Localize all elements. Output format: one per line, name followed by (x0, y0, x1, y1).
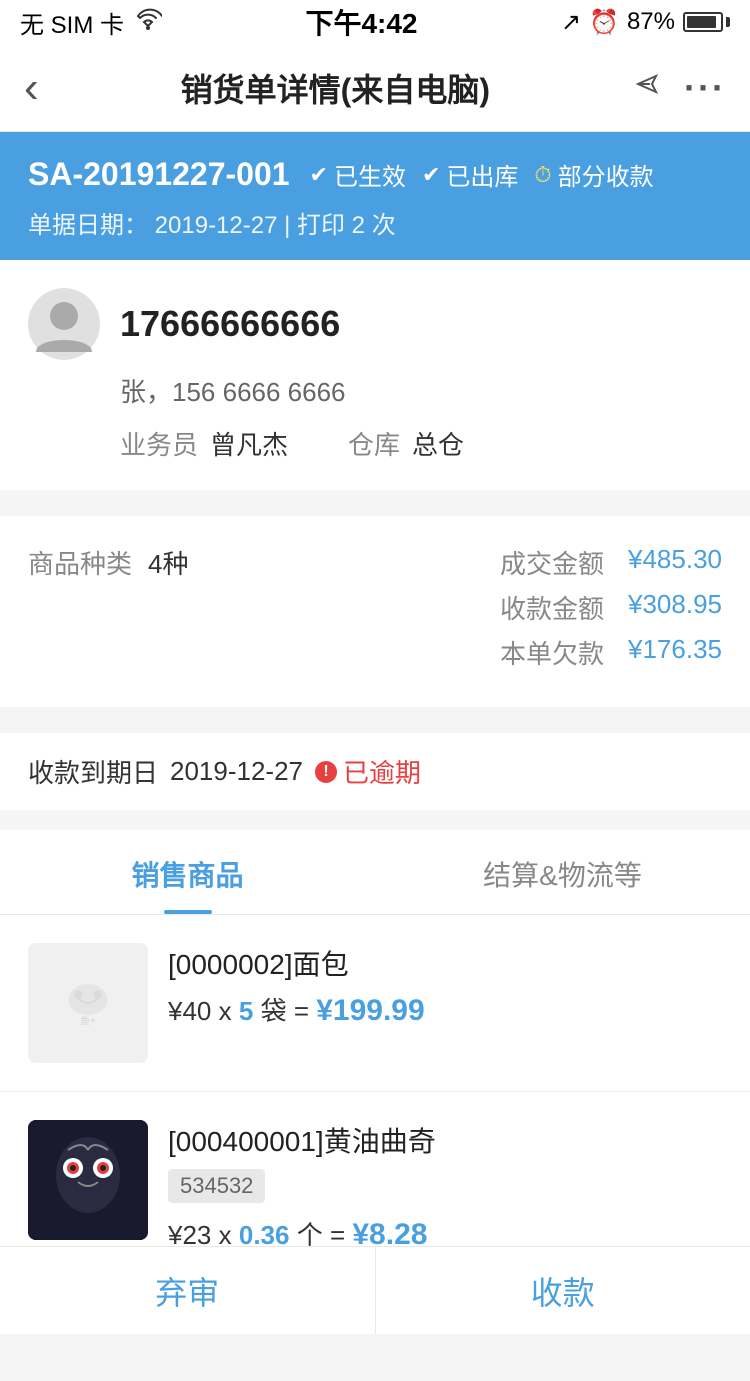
warehouse-value: 总仓 (412, 425, 464, 462)
product-info-2: [000400001]黄油曲奇 534532 ¥23 x 0.36 个 = ¥8… (168, 1120, 722, 1252)
product-price-1: ¥40 x 5 袋 = ¥199.99 (168, 991, 722, 1028)
battery-icon (683, 12, 730, 32)
product-info-1: [0000002]面包 ¥40 x 5 袋 = ¥199.99 (168, 943, 722, 1028)
back-button[interactable]: ‹ (24, 63, 39, 113)
debt-value: ¥176.35 (628, 634, 722, 671)
product-total-1: ¥199.99 (316, 994, 424, 1027)
salesperson-value: 曾凡杰 (210, 425, 288, 462)
share-button[interactable] (632, 68, 664, 108)
page-title: 销货单详情(来自电脑) (181, 65, 490, 111)
overdue-badge: ! 已逾期 (315, 753, 421, 790)
overdue-dot-icon: ! (315, 761, 337, 783)
status-bar-right: ↗ ⏰ 87% (561, 8, 730, 37)
header-badges: ✔ 已生效 ✔ 已出库 ⏱ 部分收款 (310, 157, 654, 192)
product-image-2 (28, 1120, 148, 1240)
summary-right: 成交金额 ¥485.30 收款金额 ¥308.95 本单欠款 ¥176.35 (500, 544, 722, 679)
clock-icon: ⏱ (534, 162, 551, 188)
warehouse-label: 仓库 (348, 425, 400, 462)
badge-partial-payment: ⏱ 部分收款 (534, 157, 653, 192)
debt-label: 本单欠款 (500, 634, 604, 671)
due-date-value: 2019-12-27 (170, 756, 303, 787)
nav-actions: ··· (632, 67, 726, 109)
confirm-button[interactable]: 收款 (376, 1247, 750, 1334)
product-qty-1: 5 (239, 996, 253, 1026)
product-sku-badge: 534532 (168, 1169, 265, 1203)
list-item: 鱼+ [0000002]面包 ¥40 x 5 袋 = ¥199.99 (0, 915, 750, 1092)
overdue-label: 已逾期 (343, 753, 421, 790)
bottom-action-bar: 弃审 收款 (0, 1246, 750, 1334)
nav-bar: ‹ 销货单详情(来自电脑) ··· (0, 44, 750, 132)
customer-top: 17666666666 (28, 288, 722, 360)
debt-row: 本单欠款 ¥176.35 (500, 634, 722, 671)
customer-meta: 业务员 曾凡杰 仓库 总仓 (28, 425, 722, 462)
carrier-text: 无 SIM 卡 (20, 5, 124, 40)
avatar (28, 288, 100, 360)
divider-3 (0, 820, 750, 830)
status-bar-left: 无 SIM 卡 (20, 5, 162, 40)
product-type-row: 商品种类 4种 (28, 544, 188, 581)
cancel-button[interactable]: 弃审 (0, 1247, 376, 1334)
amount-label: 成交金额 (500, 544, 604, 581)
receipt-row: 收款金额 ¥308.95 (500, 589, 722, 626)
battery-text: 87% (627, 8, 675, 36)
location-icon: ↗ (561, 8, 581, 37)
amount-row: 成交金额 ¥485.30 (500, 544, 722, 581)
summary-left: 商品种类 4种 (28, 544, 188, 679)
warehouse-field: 仓库 总仓 (348, 425, 464, 462)
tab-sales-products[interactable]: 销售商品 (0, 830, 375, 914)
order-header: SA-20191227-001 ✔ 已生效 ✔ 已出库 ⏱ 部分收款 单据日期：… (0, 132, 750, 260)
salesperson-label: 业务员 (120, 425, 198, 462)
receipt-label: 收款金额 (500, 589, 604, 626)
wifi-icon (134, 8, 162, 36)
due-date-label: 收款到期日 (28, 753, 158, 790)
product-list: 鱼+ [0000002]面包 ¥40 x 5 袋 = ¥199.99 (0, 915, 750, 1281)
product-image-1: 鱼+ (28, 943, 148, 1063)
salesperson-field: 业务员 曾凡杰 (120, 425, 288, 462)
badge-effective: ✔ 已生效 (310, 157, 406, 192)
product-name-2: [000400001]黄油曲奇 (168, 1120, 722, 1160)
status-bar-time: 下午4:42 (305, 2, 417, 42)
divider-2 (0, 717, 750, 733)
product-name-1: [0000002]面包 (168, 943, 722, 983)
tab-settlement-logistics[interactable]: 结算&物流等 (375, 830, 750, 914)
customer-card: 17666666666 张，156 6666 6666 业务员 曾凡杰 仓库 总… (0, 260, 750, 490)
due-date-bar: 收款到期日 2019-12-27 ! 已逾期 (0, 733, 750, 810)
product-type-label: 商品种类 (28, 544, 132, 581)
alarm-icon: ⏰ (589, 8, 619, 37)
check-icon-2: ✔ (422, 162, 440, 188)
more-button[interactable]: ··· (684, 67, 726, 109)
check-icon-1: ✔ (310, 162, 328, 188)
product-type-value: 4种 (148, 544, 188, 581)
status-bar: 无 SIM 卡 下午4:42 ↗ ⏰ 87% (0, 0, 750, 44)
order-number: SA-20191227-001 (28, 156, 290, 193)
summary-card: 商品种类 4种 成交金额 ¥485.30 收款金额 ¥308.95 本单欠款 ¥… (0, 516, 750, 707)
order-date: 单据日期： 2019-12-27 | 打印 2 次 (28, 205, 722, 240)
svg-text:鱼+: 鱼+ (80, 1014, 96, 1027)
tabs-bar: 销售商品 结算&物流等 (0, 830, 750, 915)
customer-phone: 17666666666 (120, 303, 340, 345)
badge-shipped: ✔ 已出库 (422, 157, 518, 192)
receipt-value: ¥308.95 (628, 589, 722, 626)
amount-value: ¥485.30 (628, 544, 722, 581)
divider-1 (0, 500, 750, 516)
order-header-top: SA-20191227-001 ✔ 已生效 ✔ 已出库 ⏱ 部分收款 (28, 156, 722, 193)
customer-name: 张，156 6666 6666 (28, 372, 722, 409)
